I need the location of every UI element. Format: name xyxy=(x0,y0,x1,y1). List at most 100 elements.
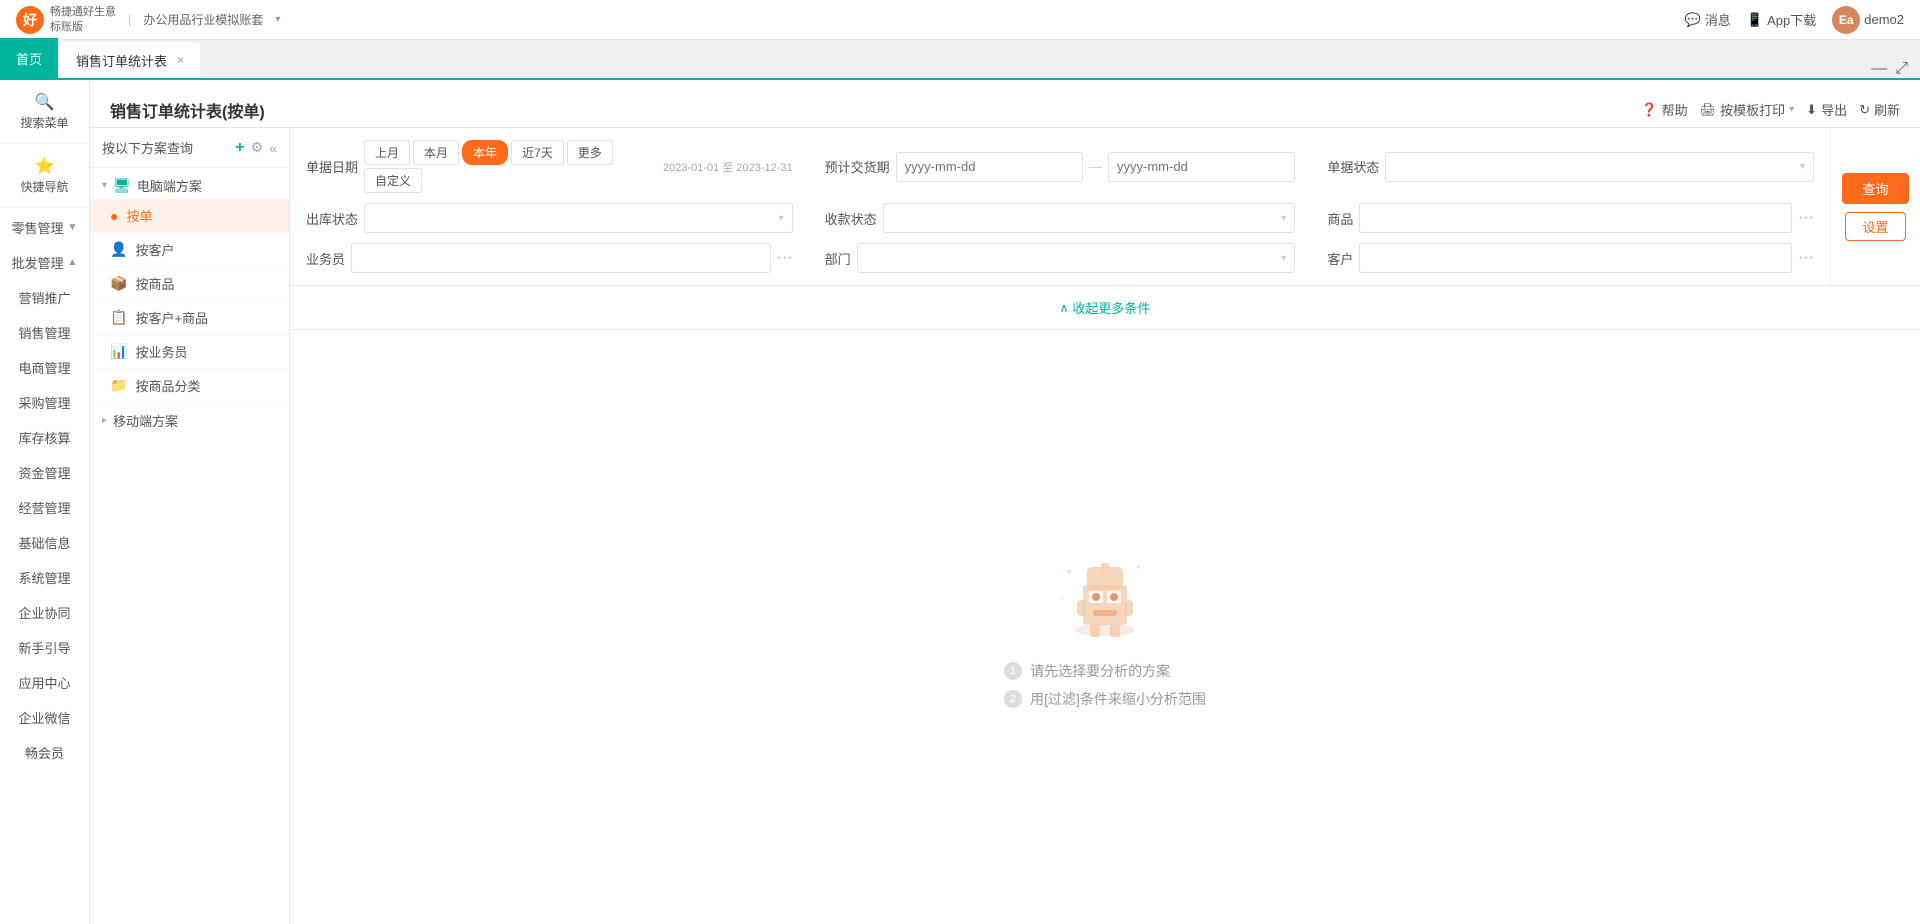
date-btn-this-year[interactable]: 本年 xyxy=(462,140,508,165)
department-select[interactable]: ▾ xyxy=(857,243,1296,273)
sidebar-item-inventory[interactable]: 库存核算 xyxy=(0,418,89,453)
tree-item-by-customer[interactable]: 👤 按客户 xyxy=(90,233,289,267)
empty-illustration: ✦ ✦ ✦ xyxy=(1055,545,1155,645)
tab-sales-order-stats[interactable]: 销售订单统计表 × xyxy=(60,42,200,78)
date-range-text: 2023-01-01 至 2023-12-31 xyxy=(663,159,793,175)
refresh-icon: ↻ xyxy=(1859,102,1870,118)
filter-row-2: 出库状态 ▾ 收款状态 ▾ xyxy=(306,203,1814,233)
sidebar-item-purchase[interactable]: 采购管理 xyxy=(0,383,89,418)
sidebar-item-member[interactable]: 畅会员 xyxy=(0,733,89,768)
top-bar: 好 畅捷通好生意 标账版 | 办公用品行业模拟账套 ▾ 💬 消息 📱 App下载… xyxy=(0,0,1920,40)
customer-more-icon[interactable]: ··· xyxy=(1798,249,1814,267)
tab-home[interactable]: 首页 xyxy=(0,38,58,78)
tree-item-by-customer-product[interactable]: 📋 按客户+商品 xyxy=(90,301,289,335)
tree-item-by-product[interactable]: 📦 按商品 xyxy=(90,267,289,301)
tree-item-by-product-category[interactable]: 📁 按商品分类 xyxy=(90,369,289,403)
message-button[interactable]: 💬 消息 xyxy=(1685,10,1731,29)
salesperson-label: 业务员 xyxy=(306,249,345,268)
tree-item-by-order-label: 按单 xyxy=(126,206,152,225)
date-btn-more[interactable]: 更多 xyxy=(567,140,613,165)
by-order-icon: ● xyxy=(110,208,118,224)
empty-tip-1: 1 请先选择要分析的方案 xyxy=(1004,661,1206,681)
sidebar-item-sales[interactable]: 销售管理 xyxy=(0,313,89,348)
customer-cell: 客户 ··· xyxy=(1311,243,1814,273)
help-button[interactable]: ❓ 帮助 xyxy=(1641,100,1687,119)
sidebar-item-enterprise[interactable]: 企业协同 xyxy=(0,593,89,628)
user-menu[interactable]: Ea demo2 xyxy=(1832,6,1904,34)
svg-text:✦: ✦ xyxy=(1065,567,1073,578)
collapse-more-button[interactable]: ∧ 收起更多条件 xyxy=(1060,290,1151,325)
export-icon: ⬇ xyxy=(1806,102,1817,118)
sidebar-item-wholesale[interactable]: 批发管理 ▲ xyxy=(0,243,89,278)
tab-minimize-icon[interactable]: — xyxy=(1871,60,1887,78)
left-panel-add-icon[interactable]: + xyxy=(235,139,244,157)
top-bar-right: 💬 消息 📱 App下载 Ea demo2 xyxy=(1685,6,1904,34)
query-button[interactable]: 查询 xyxy=(1842,173,1908,204)
print-dropdown-icon[interactable]: ▾ xyxy=(1789,104,1794,115)
message-label: 消息 xyxy=(1705,10,1731,29)
ship-status-select[interactable]: ▾ xyxy=(364,203,793,233)
status-select[interactable]: ▾ xyxy=(1385,152,1814,182)
salesperson-more-icon[interactable]: ··· xyxy=(777,249,793,267)
sidebar-item-marketing[interactable]: 营销推广 xyxy=(0,278,89,313)
empty-state: ✦ ✦ ✦ 1 请先选择要分析的方案 2 用[过滤]条件来缩小分析范围 xyxy=(290,330,1920,924)
settings-button[interactable]: 设置 xyxy=(1845,212,1905,241)
sidebar-item-retail[interactable]: 零售管理 ▼ xyxy=(0,208,89,243)
tip-num-2: 2 xyxy=(1004,690,1022,708)
tree-section-mobile[interactable]: ▸ 移动端方案 xyxy=(90,403,289,434)
sidebar-retail-label: 零售管理 xyxy=(12,218,64,237)
sidebar-item-shortcut[interactable]: ⭐ 快捷导航 xyxy=(0,144,89,208)
svg-text:✦: ✦ xyxy=(1135,563,1142,572)
date-filter-label: 单据日期 xyxy=(306,157,358,176)
date-btn-this-month[interactable]: 本月 xyxy=(413,140,459,165)
expected-date-end-input[interactable] xyxy=(1108,152,1295,182)
expected-date-start-input[interactable] xyxy=(896,152,1083,182)
sidebar-system-label: 系统管理 xyxy=(18,568,70,587)
sidebar-sales-label: 销售管理 xyxy=(18,323,70,342)
logo-icon: 好 xyxy=(16,6,44,34)
sidebar-item-newbie[interactable]: 新手引导 xyxy=(0,628,89,663)
sidebar-item-operations[interactable]: 经营管理 xyxy=(0,488,89,523)
tree-item-by-salesperson-label: 按业务员 xyxy=(135,342,187,361)
collapse-chevron-icon: ∧ xyxy=(1060,301,1069,315)
left-panel-title: 按以下方案查询 xyxy=(102,138,235,157)
sidebar-item-wechat[interactable]: 企业微信 xyxy=(0,698,89,733)
tree-item-by-order[interactable]: ● 按单 xyxy=(90,199,289,233)
print-button[interactable]: 🖨 按模板打印 ▾ xyxy=(1700,100,1795,119)
sidebar-item-app-center[interactable]: 应用中心 xyxy=(0,663,89,698)
salesperson-input[interactable] xyxy=(351,243,771,273)
sidebar-purchase-label: 采购管理 xyxy=(18,393,70,412)
app-download-button[interactable]: 📱 App下载 xyxy=(1747,10,1816,29)
sidebar-finance-label: 资金管理 xyxy=(18,463,70,482)
refresh-button[interactable]: ↻ 刷新 xyxy=(1859,100,1900,119)
sidebar-item-search[interactable]: 🔍 搜索菜单 xyxy=(0,80,89,144)
tree-section-desktop[interactable]: ▾ 🖥 电脑端方案 xyxy=(90,168,289,199)
product-more-icon[interactable]: ··· xyxy=(1798,209,1814,227)
date-btn-custom[interactable]: 自定义 xyxy=(364,168,422,193)
tab-maximize-icon[interactable]: ⤢ xyxy=(1895,60,1908,78)
breadcrumb-dropdown[interactable]: ▾ xyxy=(275,14,280,25)
left-panel-collapse-icon[interactable]: « xyxy=(269,140,277,156)
export-button[interactable]: ⬇ 导出 xyxy=(1806,100,1847,119)
left-panel-header: 按以下方案查询 + ⚙ « xyxy=(90,128,289,168)
pay-status-select[interactable]: ▾ xyxy=(883,203,1296,233)
pay-status-arrow: ▾ xyxy=(1281,213,1286,224)
sidebar-item-finance[interactable]: 资金管理 xyxy=(0,453,89,488)
content-area: 销售订单统计表(按单) ❓ 帮助 🖨 按模板打印 ▾ ⬇ 导出 ↻ 刷新 xyxy=(90,80,1920,924)
department-label: 部门 xyxy=(825,249,851,268)
date-btn-last-month[interactable]: 上月 xyxy=(364,140,410,165)
sidebar-item-basic[interactable]: 基础信息 xyxy=(0,523,89,558)
sidebar-item-system[interactable]: 系统管理 xyxy=(0,558,89,593)
sidebar-item-ecommerce[interactable]: 电商管理 xyxy=(0,348,89,383)
tab-bar: 首页 销售订单统计表 × — ⤢ xyxy=(0,40,1920,80)
phone-icon: 📱 xyxy=(1747,12,1763,28)
tree-section-desktop-label: 电脑端方案 xyxy=(137,176,202,195)
date-btn-7days[interactable]: 近7天 xyxy=(511,140,564,165)
export-label: 导出 xyxy=(1821,100,1847,119)
tab-close-icon[interactable]: × xyxy=(177,53,184,67)
tree-item-by-salesperson[interactable]: 📊 按业务员 xyxy=(90,335,289,369)
sidebar-ecommerce-label: 电商管理 xyxy=(18,358,70,377)
left-panel-settings-icon[interactable]: ⚙ xyxy=(251,139,264,156)
product-input[interactable] xyxy=(1359,203,1792,233)
customer-input[interactable] xyxy=(1359,243,1792,273)
